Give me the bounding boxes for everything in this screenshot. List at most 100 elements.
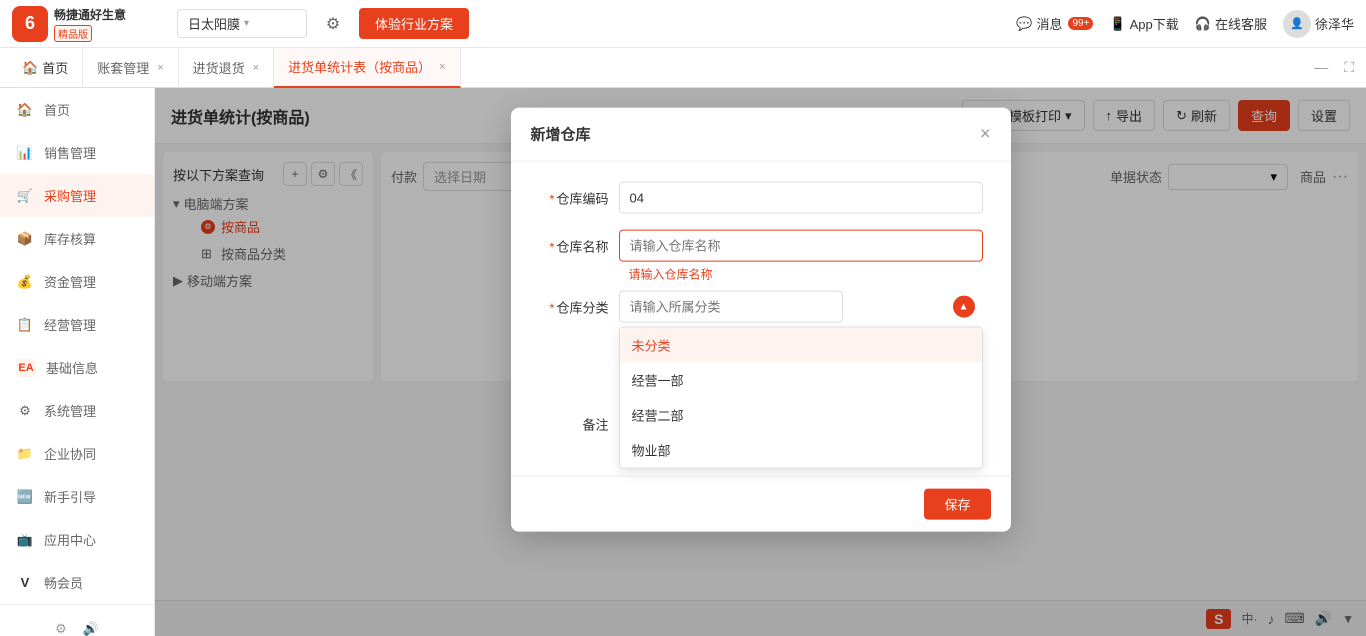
service-label: 在线客服 [1215, 14, 1267, 33]
user-profile-button[interactable]: 👤 徐泽华 [1283, 10, 1354, 38]
name-label: 仓库名称 [539, 236, 619, 255]
form-row-name: 仓库名称 [539, 230, 983, 262]
name-error-msg: 请输入仓库名称 [629, 266, 983, 283]
vip-icon: V [16, 574, 34, 592]
modal-title: 新增仓库 [531, 124, 591, 145]
tab-home[interactable]: 🏠 首页 [8, 48, 83, 88]
sidebar-item-system[interactable]: ⚙ 系统管理 [0, 389, 154, 432]
top-bar: 6 畅捷通好生意 精品版 日太阳膜 ⚙ 体验行业方案 💬 消息 99+ 📱 Ap… [0, 0, 1366, 48]
sidebar-item-app-center[interactable]: 📺 应用中心 [0, 518, 154, 561]
app-center-icon: 📺 [16, 531, 34, 549]
code-label: 仓库编码 [539, 188, 619, 207]
sidebar-guide-label: 新手引导 [44, 487, 96, 506]
store-dropdown-arrow [244, 18, 249, 29]
home-icon: 🏠 [16, 101, 34, 119]
tab-minimize-icon[interactable]: — [1310, 55, 1332, 80]
tab-purchase-return-close[interactable]: × [253, 62, 259, 74]
tab-purchase-return[interactable]: 进货退货 × [179, 48, 274, 88]
home-icon: 🏠 [22, 60, 38, 76]
main-layout: 🏠 首页 📊 销售管理 🛒 采购管理 📦 库存核算 💰 资金管理 📋 经营管理 … [0, 88, 1366, 636]
message-label: 消息 [1036, 14, 1062, 33]
category-select-wrap: ▲ 未分类 经营一部 经营二部 物业部 [619, 291, 983, 323]
category-dropdown: 未分类 经营一部 经营二部 物业部 [619, 327, 983, 469]
messages-button[interactable]: 💬 消息 99+ [1016, 14, 1093, 33]
sidebar-basic-info-label: 基础信息 [46, 358, 98, 377]
headset-icon: 🎧 [1195, 16, 1211, 32]
content-area: 进货单统计(按商品) 🖨 按模板打印 ↑ 导出 ↻ 刷新 查询 [155, 88, 1366, 636]
app-label: App下载 [1130, 14, 1179, 33]
logo-area: 6 畅捷通好生意 精品版 [12, 6, 167, 42]
sidebar-item-guide[interactable]: 🆕 新手引导 [0, 475, 154, 518]
sales-icon: 📊 [16, 144, 34, 162]
avatar: 👤 [1283, 10, 1311, 38]
dropdown-item-ops1[interactable]: 经营一部 [620, 363, 982, 398]
modal-body: 仓库编码 仓库名称 请输入仓库名称 仓库分类 ▲ [511, 162, 1011, 476]
message-icon: 💬 [1016, 16, 1032, 32]
modal-close-button[interactable]: × [980, 124, 991, 145]
tab-purchase-stats-label: 进货单统计表（按商品） [288, 57, 431, 76]
name-input[interactable] [619, 230, 983, 262]
sidebar-purchase-label: 采购管理 [44, 186, 96, 205]
trial-button[interactable]: 体验行业方案 [359, 8, 469, 39]
username: 徐泽华 [1315, 14, 1354, 33]
sidebar-item-enterprise[interactable]: 📁 企业协同 [0, 432, 154, 475]
sidebar-item-inventory[interactable]: 📦 库存核算 [0, 217, 154, 260]
settings-button[interactable]: ⚙ [317, 8, 349, 40]
tab-purchase-stats[interactable]: 进货单统计表（按商品） × [274, 48, 460, 88]
finance-icon: 💰 [16, 273, 34, 291]
sidebar-app-center-label: 应用中心 [44, 530, 96, 549]
form-row-category: 仓库分类 ▲ 未分类 经营一部 经营二部 物业部 [539, 291, 983, 323]
sidebar-finance-label: 资金管理 [44, 272, 96, 291]
category-arrow-icon: ▲ [953, 296, 975, 318]
inventory-icon: 📦 [16, 230, 34, 248]
enterprise-icon: 📁 [16, 445, 34, 463]
customer-service-button[interactable]: 🎧 在线客服 [1195, 14, 1267, 33]
sidebar-item-sales[interactable]: 📊 销售管理 [0, 131, 154, 174]
sidebar-item-purchase[interactable]: 🛒 采购管理 [0, 174, 154, 217]
purchase-icon: 🛒 [16, 187, 34, 205]
tab-bar: 🏠 首页 账套管理 × 进货退货 × 进货单统计表（按商品） × — ⛶ [0, 48, 1366, 88]
basic-info-icon: EA [16, 359, 36, 377]
save-button[interactable]: 保存 [924, 489, 990, 520]
note-label: 备注 [539, 414, 619, 433]
sidebar-item-operations[interactable]: 📋 经营管理 [0, 303, 154, 346]
sidebar-enterprise-label: 企业协同 [44, 444, 96, 463]
add-warehouse-modal: 新增仓库 × 仓库编码 仓库名称 请输入仓库名称 [511, 108, 1011, 532]
sidebar-item-finance[interactable]: 💰 资金管理 [0, 260, 154, 303]
tab-home-label: 首页 [42, 58, 68, 77]
sidebar-home-label: 首页 [44, 100, 70, 119]
category-input[interactable] [619, 291, 843, 323]
tab-account-close[interactable]: × [157, 62, 163, 74]
system-icon: ⚙ [16, 402, 34, 420]
code-input[interactable] [619, 182, 983, 214]
sidebar-item-basic-info[interactable]: EA 基础信息 [0, 346, 154, 389]
sidebar-bottom: ⚙ 🔊 [0, 604, 154, 636]
tab-purchase-stats-close[interactable]: × [439, 61, 445, 73]
tab-purchase-return-label: 进货退货 [193, 58, 245, 77]
app-icon: 📱 [1109, 16, 1125, 32]
sidebar-system-label: 系统管理 [44, 401, 96, 420]
tab-expand-icon[interactable]: ⛶ [1340, 55, 1358, 80]
store-selector[interactable]: 日太阳膜 [177, 9, 307, 38]
dropdown-item-unclassified[interactable]: 未分类 [620, 328, 982, 363]
app-name: 畅捷通好生意 [54, 6, 126, 23]
dropdown-item-property[interactable]: 物业部 [620, 433, 982, 468]
sidebar-item-home[interactable]: 🏠 首页 [0, 88, 154, 131]
sidebar-settings-icon[interactable]: ⚙ [55, 621, 67, 636]
app-download-button[interactable]: 📱 App下载 [1109, 14, 1178, 33]
sidebar-item-vip[interactable]: V 畅会员 [0, 561, 154, 604]
gear-icon: ⚙ [326, 14, 340, 34]
category-label: 仓库分类 [539, 297, 619, 316]
sidebar-vip-label: 畅会员 [44, 573, 83, 592]
store-name: 日太阳膜 [188, 14, 240, 33]
sidebar-inventory-label: 库存核算 [44, 229, 96, 248]
sidebar-operations-label: 经营管理 [44, 315, 96, 334]
avatar-icon: 👤 [1290, 17, 1304, 30]
tab-account[interactable]: 账套管理 × [83, 48, 178, 88]
dropdown-item-ops2[interactable]: 经营二部 [620, 398, 982, 433]
sidebar-collapse-icon[interactable]: 🔊 [83, 621, 99, 636]
app-badge: 精品版 [54, 25, 92, 42]
modal-header: 新增仓库 × [511, 108, 1011, 162]
tab-bar-controls: — ⛶ [1310, 55, 1358, 80]
operations-icon: 📋 [16, 316, 34, 334]
